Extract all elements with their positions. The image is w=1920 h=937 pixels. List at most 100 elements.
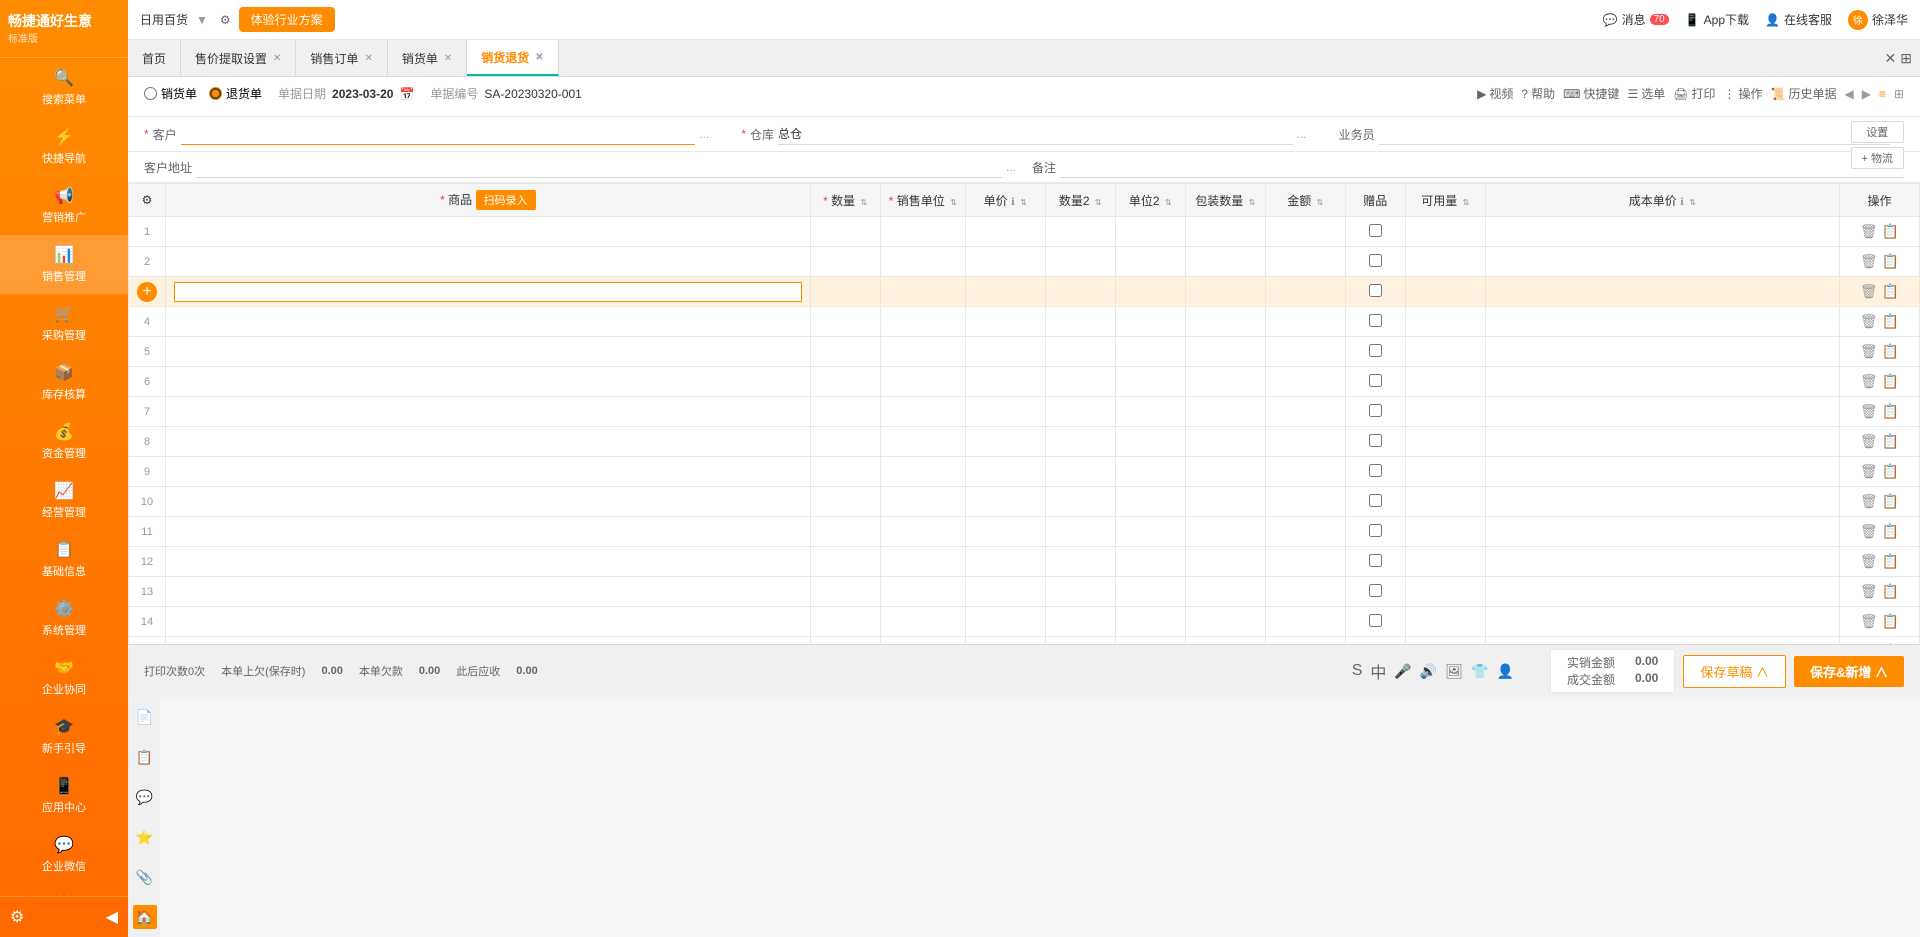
sidebar-item-search[interactable]: 🔍 搜索菜单 — [0, 58, 128, 117]
row-cost-price-active[interactable] — [1485, 277, 1839, 307]
price-sort-arrows[interactable]: ⇅ — [1020, 198, 1027, 207]
unit2-sort-arrows[interactable]: ⇅ — [1165, 198, 1172, 207]
toolbar-shortcut[interactable]: ⌨ 快捷键 — [1563, 85, 1619, 102]
row-sales-unit-active[interactable] — [880, 277, 965, 307]
row-pack-qty-active[interactable] — [1185, 277, 1265, 307]
row-copy-button[interactable]: 📋 — [1882, 373, 1899, 390]
sidebar-item-wechat[interactable]: 💬 企业微信 — [0, 825, 128, 884]
tool-voice[interactable]: 🔊 — [1420, 663, 1437, 680]
add-row-button[interactable]: + — [137, 282, 157, 302]
avail-sort-arrows[interactable]: ⇅ — [1463, 198, 1470, 207]
toolbar-select[interactable]: ☰ 选单 — [1627, 85, 1665, 102]
row-product-active[interactable] — [166, 277, 811, 307]
row-unit2[interactable] — [1115, 217, 1185, 247]
try-plan-button[interactable]: 体验行业方案 — [239, 7, 335, 32]
qty2-sort-arrows[interactable]: ⇅ — [1095, 198, 1102, 207]
row-delete-button[interactable]: 🗑 — [1860, 373, 1878, 390]
row-cost-price[interactable] — [1485, 217, 1839, 247]
user-profile-item[interactable]: 徐 徐泽华 — [1848, 10, 1908, 30]
row-copy-button[interactable]: 📋 — [1882, 583, 1899, 600]
tab-close-button[interactable]: ✕ — [1885, 50, 1897, 67]
right-panel-star-btn[interactable]: ⭐ — [133, 825, 157, 849]
sidebar-item-enterprise[interactable]: 🤝 企业协同 — [0, 648, 128, 707]
row-product[interactable] — [166, 217, 811, 247]
product-active-input[interactable] — [174, 282, 802, 302]
unit-sort-arrows[interactable]: ⇅ — [950, 198, 957, 207]
row-copy-button-active[interactable]: 📋 — [1882, 283, 1899, 300]
radio-delivery-input[interactable] — [144, 87, 157, 100]
warehouse-input[interactable]: 总仓 — [778, 123, 1293, 145]
row-copy-button[interactable]: 📋 — [1882, 223, 1899, 240]
row-quantity[interactable] — [810, 247, 880, 277]
tool-mic[interactable]: 🎤 — [1394, 663, 1411, 680]
row-copy-button[interactable]: 📋 — [1882, 613, 1899, 630]
amount-sort-arrows[interactable]: ⇅ — [1317, 198, 1324, 207]
row-unit2[interactable] — [1115, 247, 1185, 277]
tab-sales-return-close[interactable]: ✕ — [535, 52, 543, 63]
right-panel-attach-btn[interactable]: 📎 — [133, 865, 157, 889]
save-draft-button[interactable]: 保存草稿 ∧ — [1683, 655, 1786, 688]
address-input[interactable] — [196, 156, 1002, 178]
radio-delivery[interactable]: 销货单 — [144, 85, 197, 102]
right-panel-clipboard-btn[interactable]: 📋 — [133, 745, 157, 769]
sidebar-item-apps[interactable]: 📱 应用中心 — [0, 766, 128, 825]
row-cost-price[interactable] — [1485, 247, 1839, 277]
settings-action-button[interactable]: 设置 — [1851, 121, 1904, 143]
row-pack-qty[interactable] — [1185, 217, 1265, 247]
row-copy-button[interactable]: 📋 — [1882, 403, 1899, 420]
row-quantity[interactable] — [810, 217, 880, 247]
row-delete-button[interactable]: 🗑 — [1860, 643, 1878, 644]
online-service-item[interactable]: 👤 在线客服 — [1765, 11, 1832, 28]
sidebar-item-sales[interactable]: 📊 销售管理 — [0, 235, 128, 294]
tab-sales-delivery-close[interactable]: ✕ — [444, 53, 452, 64]
row-sales-unit[interactable] — [880, 247, 965, 277]
customer-input[interactable] — [181, 123, 696, 145]
tab-expand-button[interactable]: ⊞ — [1900, 50, 1912, 67]
save-new-button[interactable]: 保存&新增 ∧ — [1794, 656, 1904, 687]
remark-input[interactable] — [1060, 156, 1904, 178]
nav-prev-icon[interactable]: ◀ — [1844, 87, 1853, 101]
row-qty2[interactable] — [1045, 217, 1115, 247]
row-unit-price-active[interactable] — [965, 277, 1045, 307]
view-list-icon[interactable]: ≡ — [1879, 87, 1886, 101]
row-delete-button[interactable]: 🗑 — [1860, 553, 1878, 570]
row-pack-qty[interactable] — [1185, 247, 1265, 277]
tool-shirt[interactable]: 👕 — [1471, 663, 1488, 680]
dropdown-icon[interactable]: ▼ — [196, 13, 208, 27]
scan-button[interactable]: 扫码录入 — [476, 190, 536, 210]
cost-sort-arrows[interactable]: ⇅ — [1689, 198, 1696, 207]
add-logistics-button[interactable]: + 物流 — [1851, 147, 1904, 169]
row-available[interactable] — [1405, 217, 1485, 247]
toolbar-video[interactable]: ▶ 视频 — [1477, 85, 1513, 102]
sidebar-item-marketing[interactable]: 📢 营销推广 — [0, 176, 128, 235]
sidebar-item-newguide[interactable]: 🎓 新手引导 — [0, 707, 128, 766]
row-delete-button[interactable]: 🗑 — [1860, 493, 1878, 510]
toolbar-help[interactable]: ? 帮助 — [1521, 85, 1555, 102]
row-delete-button[interactable]: 🗑 — [1860, 313, 1878, 330]
sidebar-item-purchase[interactable]: 🛒 采购管理 — [0, 294, 128, 353]
price-info-icon[interactable]: ℹ — [1011, 197, 1015, 208]
tab-home[interactable]: 首页 — [128, 40, 181, 76]
row-amount-active[interactable] — [1265, 277, 1345, 307]
row-copy-button[interactable]: 📋 — [1882, 253, 1899, 270]
row-qty2-active[interactable] — [1045, 277, 1115, 307]
tab-sales-order[interactable]: 销售订单 ✕ — [296, 40, 387, 76]
packqty-sort-arrows[interactable]: ⇅ — [1249, 198, 1256, 207]
row-copy-button[interactable]: 📋 — [1882, 493, 1899, 510]
row-qty2[interactable] — [1045, 247, 1115, 277]
customer-more-icon[interactable]: ... — [699, 127, 709, 141]
gift-checkbox-active[interactable] — [1369, 284, 1382, 297]
row-copy-button[interactable]: 📋 — [1882, 523, 1899, 540]
row-delete-button-active[interactable]: 🗑 — [1860, 283, 1878, 300]
sidebar-item-operations[interactable]: 📈 经营管理 — [0, 471, 128, 530]
row-gift[interactable] — [1345, 217, 1405, 247]
qty-sort-arrows[interactable]: ⇅ — [861, 198, 868, 207]
row-delete-button[interactable]: 🗑 — [1860, 463, 1878, 480]
row-copy-button[interactable]: 📋 — [1882, 463, 1899, 480]
settings-footer-icon[interactable]: ⚙ — [10, 907, 24, 927]
tab-sales-return[interactable]: 销货退货 ✕ — [467, 40, 558, 76]
row-delete-button[interactable]: 🗑 — [1860, 523, 1878, 540]
row-available-active[interactable] — [1405, 277, 1485, 307]
row-copy-button[interactable]: 📋 — [1882, 433, 1899, 450]
col-settings[interactable]: ⚙ — [129, 184, 166, 217]
